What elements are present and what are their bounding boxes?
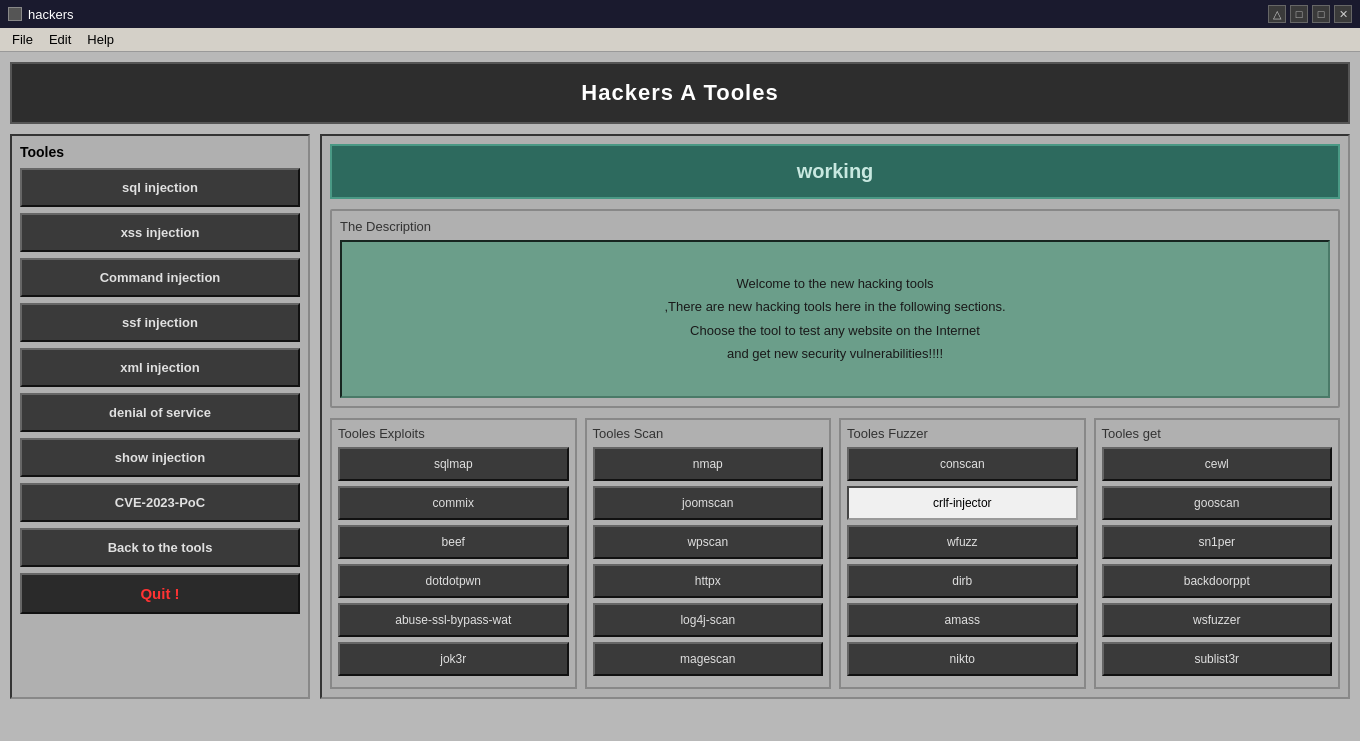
working-header: working bbox=[330, 144, 1340, 199]
tool-jok3r[interactable]: jok3r bbox=[338, 642, 569, 676]
right-panel: working The Description Welcome to the n… bbox=[320, 134, 1350, 699]
tool-sn1per[interactable]: sn1per bbox=[1102, 525, 1333, 559]
description-line2: ,There are new hacking tools here in the… bbox=[664, 295, 1005, 318]
app-icon bbox=[8, 7, 22, 21]
description-title: The Description bbox=[340, 219, 1330, 234]
section-fuzzer-title: Tooles Fuzzer bbox=[847, 426, 1078, 441]
tool-magescan[interactable]: magescan bbox=[593, 642, 824, 676]
sidebar-btn-command-injection[interactable]: Command injection bbox=[20, 258, 300, 297]
menu-file[interactable]: File bbox=[4, 30, 41, 49]
menu-help[interactable]: Help bbox=[79, 30, 122, 49]
tool-backdoorppt[interactable]: backdoorppt bbox=[1102, 564, 1333, 598]
minimize-button[interactable]: △ bbox=[1268, 5, 1286, 23]
description-content: Welcome to the new hacking tools ,There … bbox=[340, 240, 1330, 398]
restore-button[interactable]: □ bbox=[1290, 5, 1308, 23]
tool-dirb[interactable]: dirb bbox=[847, 564, 1078, 598]
section-fuzzer: Tooles Fuzzer conscan crlf-injector wfuz… bbox=[839, 418, 1086, 689]
sidebar-title: Tooles bbox=[20, 144, 300, 160]
working-label: working bbox=[797, 160, 874, 182]
tool-nikto[interactable]: nikto bbox=[847, 642, 1078, 676]
section-get: Tooles get cewl gooscan sn1per backdoorp… bbox=[1094, 418, 1341, 689]
tool-wsfuzzer[interactable]: wsfuzzer bbox=[1102, 603, 1333, 637]
section-scan: Tooles Scan nmap joomscan wpscan httpx l… bbox=[585, 418, 832, 689]
title-bar-title: hackers bbox=[28, 7, 74, 22]
app-body: Hackers A Tooles Tooles sql injection xs… bbox=[0, 52, 1360, 741]
tool-conscan[interactable]: conscan bbox=[847, 447, 1078, 481]
tool-abuse-ssl[interactable]: abuse-ssl-bypass-wat bbox=[338, 603, 569, 637]
sidebar-btn-ssf-injection[interactable]: ssf injection bbox=[20, 303, 300, 342]
tool-httpx[interactable]: httpx bbox=[593, 564, 824, 598]
section-exploits: Tooles Exploits sqlmap commix beef dotdo… bbox=[330, 418, 577, 689]
tool-sublist3r[interactable]: sublist3r bbox=[1102, 642, 1333, 676]
tool-beef[interactable]: beef bbox=[338, 525, 569, 559]
maximize-button[interactable]: □ bbox=[1312, 5, 1330, 23]
sidebar-btn-cve-2023-poc[interactable]: CVE-2023-PoC bbox=[20, 483, 300, 522]
menu-bar: File Edit Help bbox=[0, 28, 1360, 52]
section-scan-title: Tooles Scan bbox=[593, 426, 824, 441]
sidebar-btn-show-injection[interactable]: show injection bbox=[20, 438, 300, 477]
title-bar: hackers △ □ □ ✕ bbox=[0, 0, 1360, 28]
description-line4: and get new security vulnerabilities!!!! bbox=[664, 342, 1005, 365]
main-content: Tooles sql injection xss injection Comma… bbox=[10, 134, 1350, 699]
sidebar-btn-xss-injection[interactable]: xss injection bbox=[20, 213, 300, 252]
tool-gooscan[interactable]: gooscan bbox=[1102, 486, 1333, 520]
tool-sqlmap[interactable]: sqlmap bbox=[338, 447, 569, 481]
tool-crlf-injector[interactable]: crlf-injector bbox=[847, 486, 1078, 520]
sidebar-btn-quit[interactable]: Quit ! bbox=[20, 573, 300, 614]
section-exploits-title: Tooles Exploits bbox=[338, 426, 569, 441]
sidebar-btn-xml-injection[interactable]: xml injection bbox=[20, 348, 300, 387]
sidebar: Tooles sql injection xss injection Comma… bbox=[10, 134, 310, 699]
tool-cewl[interactable]: cewl bbox=[1102, 447, 1333, 481]
tool-sections: Tooles Exploits sqlmap commix beef dotdo… bbox=[330, 418, 1340, 689]
section-get-title: Tooles get bbox=[1102, 426, 1333, 441]
tool-commix[interactable]: commix bbox=[338, 486, 569, 520]
description-line3: Choose the tool to test any website on t… bbox=[664, 319, 1005, 342]
tool-joomscan[interactable]: joomscan bbox=[593, 486, 824, 520]
tool-nmap[interactable]: nmap bbox=[593, 447, 824, 481]
tool-amass[interactable]: amass bbox=[847, 603, 1078, 637]
sidebar-btn-back-to-tools[interactable]: Back to the tools bbox=[20, 528, 300, 567]
header-banner: Hackers A Tooles bbox=[10, 62, 1350, 124]
sidebar-btn-denial-of-service[interactable]: denial of service bbox=[20, 393, 300, 432]
tool-dotdotpwn[interactable]: dotdotpwn bbox=[338, 564, 569, 598]
description-box: The Description Welcome to the new hacki… bbox=[330, 209, 1340, 408]
description-line1: Welcome to the new hacking tools bbox=[664, 272, 1005, 295]
tool-log4j-scan[interactable]: log4j-scan bbox=[593, 603, 824, 637]
header-title: Hackers A Tooles bbox=[581, 80, 778, 105]
title-bar-controls: △ □ □ ✕ bbox=[1268, 5, 1352, 23]
tool-wpscan[interactable]: wpscan bbox=[593, 525, 824, 559]
tool-wfuzz[interactable]: wfuzz bbox=[847, 525, 1078, 559]
close-button[interactable]: ✕ bbox=[1334, 5, 1352, 23]
menu-edit[interactable]: Edit bbox=[41, 30, 79, 49]
sidebar-btn-sql-injection[interactable]: sql injection bbox=[20, 168, 300, 207]
